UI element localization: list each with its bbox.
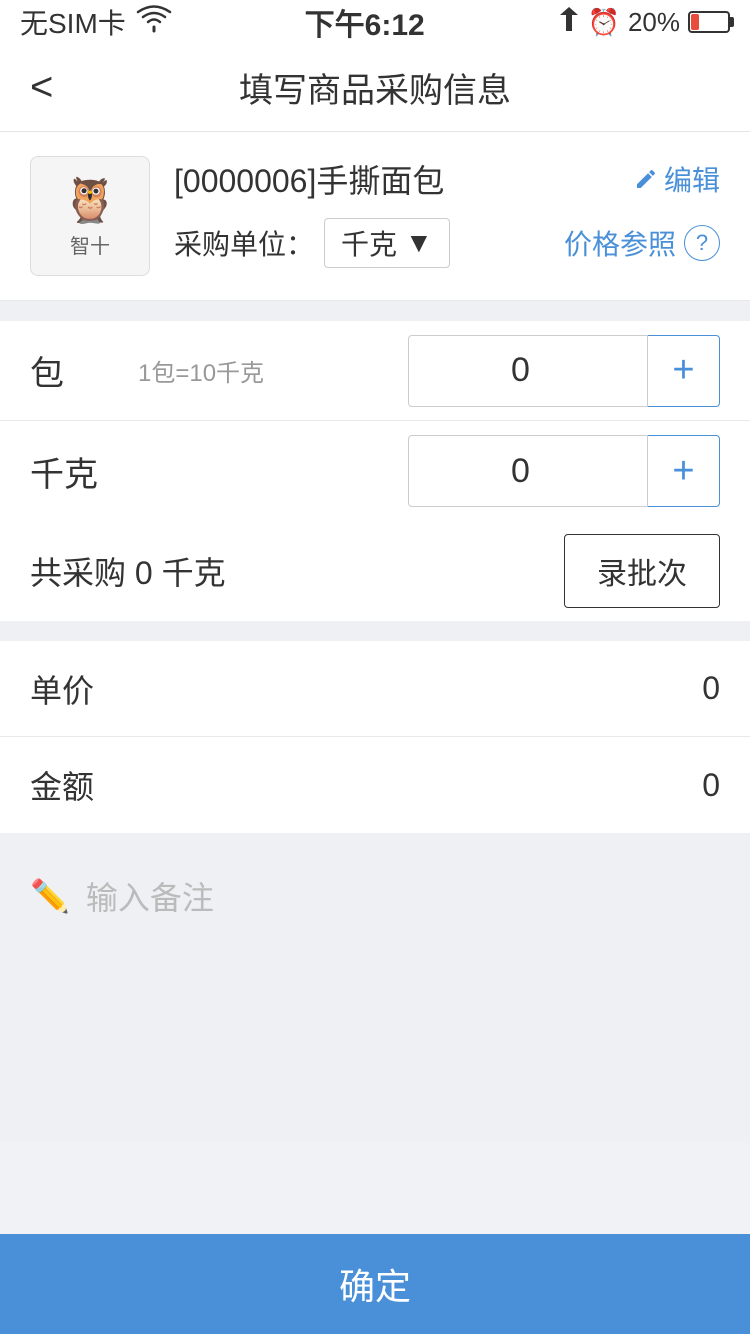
product-image-brand: 智十 [70,230,110,259]
pencil-icon: ✏️ [30,877,70,915]
section-divider-3 [0,833,750,843]
amount-row: 金额 0 [0,737,750,833]
alarm-icon: ⏰ [588,7,620,38]
page-title: 填写商品采购信息 [239,63,511,112]
battery-percent: 20% [628,7,680,38]
bag-input[interactable] [408,335,648,407]
remark-placeholder: 输入备注 [86,873,214,919]
product-name-row: [0000006]手撕面包 编辑 [174,156,720,202]
product-name: [0000006]手撕面包 [174,156,444,202]
total-label: 共采购 0 千克 [30,548,226,594]
price-help-icon[interactable]: ? [684,225,720,261]
kg-input-wrap: + [408,435,720,507]
product-info: [0000006]手撕面包 编辑 采购单位： 千克 ▼ 价格 [174,156,720,268]
bag-label: 包 [30,346,130,395]
kg-input[interactable] [408,435,648,507]
section-divider-1 [0,301,750,321]
price-section: 单价 0 金额 0 [0,641,750,833]
wifi-icon [136,5,172,40]
chevron-down-icon: ▼ [405,227,433,259]
status-right: ⏰ 20% [558,5,730,40]
quantity-input-section: 包 1包=10千克 + 千克 + [0,321,750,521]
location-icon [558,5,580,40]
unit-select[interactable]: 千克 ▼ [324,218,450,268]
main-content: 🦉 智十 [0000006]手撕面包 编辑 采购单位： 千克 ▼ [0,132,750,1243]
unit-price-row: 单价 0 [0,641,750,737]
product-image: 🦉 智十 [30,156,150,276]
confirm-button[interactable]: 确定 [0,1234,750,1334]
battery-icon [688,11,730,33]
amount-label: 金额 [30,762,94,808]
product-unit-row: 采购单位： 千克 ▼ 价格参照 ? [174,218,720,268]
status-bar: 无SIM卡 下午6:12 ⏰ 20% [0,0,750,44]
bag-input-wrap: + [408,335,720,407]
product-image-owl: 🦉 [63,174,118,226]
unit-price-value: 0 [702,670,720,707]
kg-input-row: 千克 + [0,421,750,521]
status-time: 下午6:12 [305,0,425,44]
remark-section[interactable]: ✏️ 输入备注 [0,843,750,1143]
amount-value: 0 [702,767,720,804]
carrier-label: 无SIM卡 [20,2,126,42]
back-button[interactable]: < [30,55,73,120]
total-row: 共采购 0 千克 录批次 [0,521,750,621]
kg-plus-button[interactable]: + [648,435,720,507]
price-ref-button[interactable]: 价格参照 ? [564,223,720,263]
product-edit-button[interactable]: 编辑 [634,159,720,199]
status-left: 无SIM卡 [20,2,172,42]
section-divider-2 [0,621,750,641]
unit-label: 采购单位： [174,223,314,263]
bag-sublabel: 1包=10千克 [138,353,264,388]
kg-label: 千克 [30,447,130,496]
bag-input-row: 包 1包=10千克 + [0,321,750,421]
bag-plus-button[interactable]: + [648,335,720,407]
nav-bar: < 填写商品采购信息 [0,44,750,132]
unit-price-label: 单价 [30,666,94,712]
batch-button[interactable]: 录批次 [564,534,720,608]
product-card: 🦉 智十 [0000006]手撕面包 编辑 采购单位： 千克 ▼ [0,132,750,301]
